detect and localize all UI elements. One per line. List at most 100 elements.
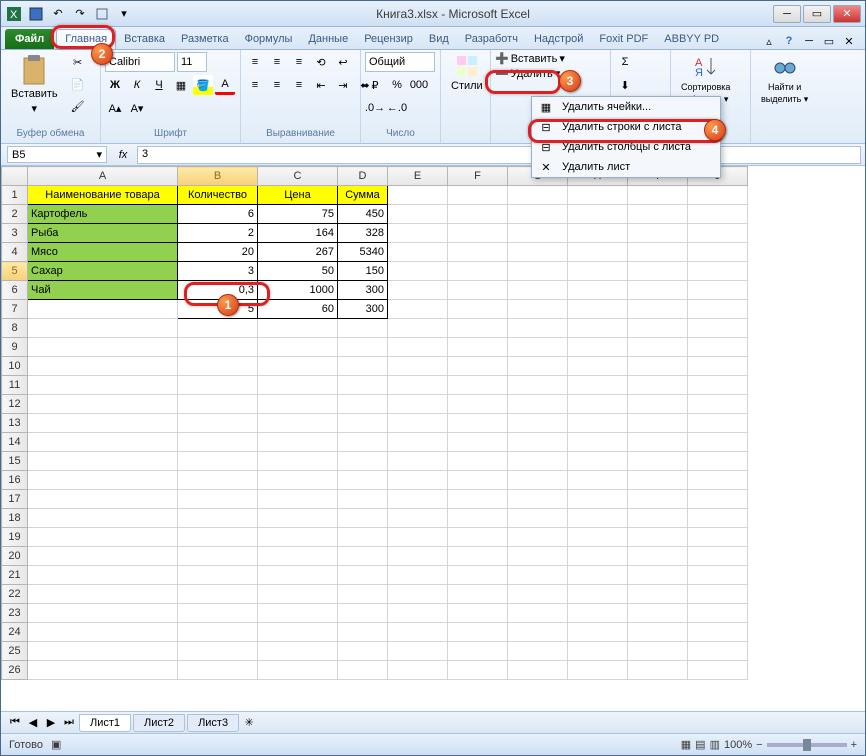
cell-C19[interactable] bbox=[258, 528, 338, 547]
cell-I12[interactable] bbox=[628, 395, 688, 414]
cell-A15[interactable] bbox=[28, 452, 178, 471]
sheet-nav-last[interactable]: ⏭ bbox=[61, 715, 77, 731]
cell-B17[interactable] bbox=[178, 490, 258, 509]
cell-H21[interactable] bbox=[568, 566, 628, 585]
cell-G26[interactable] bbox=[508, 661, 568, 680]
row-header-22[interactable]: 22 bbox=[2, 585, 28, 604]
cell-A17[interactable] bbox=[28, 490, 178, 509]
cell-F11[interactable] bbox=[448, 376, 508, 395]
redo-button[interactable]: ↷ bbox=[71, 5, 89, 23]
row-header-20[interactable]: 20 bbox=[2, 547, 28, 566]
cell-G14[interactable] bbox=[508, 433, 568, 452]
cell-I6[interactable] bbox=[628, 281, 688, 300]
row-header-6[interactable]: 6 bbox=[2, 281, 28, 300]
cell-C11[interactable] bbox=[258, 376, 338, 395]
cell-D14[interactable] bbox=[338, 433, 388, 452]
cell-C10[interactable] bbox=[258, 357, 338, 376]
tab-data[interactable]: Данные bbox=[300, 30, 356, 49]
cell-E1[interactable] bbox=[388, 186, 448, 205]
cell-C25[interactable] bbox=[258, 642, 338, 661]
increase-decimal-button[interactable]: .0→ bbox=[365, 98, 385, 118]
tab-foxit[interactable]: Foxit PDF bbox=[591, 30, 656, 49]
row-header-26[interactable]: 26 bbox=[2, 661, 28, 680]
cell-B12[interactable] bbox=[178, 395, 258, 414]
cell-H14[interactable] bbox=[568, 433, 628, 452]
cell-H12[interactable] bbox=[568, 395, 628, 414]
cell-F17[interactable] bbox=[448, 490, 508, 509]
col-header-F[interactable]: F bbox=[448, 167, 508, 186]
cell-G22[interactable] bbox=[508, 585, 568, 604]
cut-button[interactable]: ✂ bbox=[68, 52, 88, 72]
cell-E11[interactable] bbox=[388, 376, 448, 395]
zoom-in-button[interactable]: + bbox=[851, 739, 857, 751]
cell-J25[interactable] bbox=[688, 642, 748, 661]
cell-A2[interactable]: Картофель bbox=[28, 205, 178, 224]
row-header-25[interactable]: 25 bbox=[2, 642, 28, 661]
doc-minimize-button[interactable]: ─ bbox=[801, 33, 817, 49]
view-pagebreak-button[interactable]: ▥ bbox=[710, 738, 720, 751]
cell-A24[interactable] bbox=[28, 623, 178, 642]
cell-I10[interactable] bbox=[628, 357, 688, 376]
cell-A4[interactable]: Мясо bbox=[28, 243, 178, 262]
wrap-text-button[interactable]: ↩ bbox=[333, 52, 353, 72]
cell-G11[interactable] bbox=[508, 376, 568, 395]
row-header-13[interactable]: 13 bbox=[2, 414, 28, 433]
cell-H2[interactable] bbox=[568, 205, 628, 224]
save-button[interactable] bbox=[27, 5, 45, 23]
cell-H15[interactable] bbox=[568, 452, 628, 471]
cell-C6[interactable]: 1000 bbox=[258, 281, 338, 300]
cell-B14[interactable] bbox=[178, 433, 258, 452]
cell-B26[interactable] bbox=[178, 661, 258, 680]
cell-I8[interactable] bbox=[628, 319, 688, 338]
cell-G12[interactable] bbox=[508, 395, 568, 414]
minimize-button[interactable]: ─ bbox=[773, 5, 801, 23]
cell-C5[interactable]: 50 bbox=[258, 262, 338, 281]
doc-restore-button[interactable]: ▭ bbox=[821, 33, 837, 49]
cell-H10[interactable] bbox=[568, 357, 628, 376]
excel-icon[interactable]: X bbox=[5, 5, 23, 23]
cell-G8[interactable] bbox=[508, 319, 568, 338]
cell-E7[interactable] bbox=[388, 300, 448, 319]
cell-H24[interactable] bbox=[568, 623, 628, 642]
cell-B10[interactable] bbox=[178, 357, 258, 376]
minimize-ribbon-button[interactable]: ▵ bbox=[761, 33, 777, 49]
cell-A22[interactable] bbox=[28, 585, 178, 604]
cell-I9[interactable] bbox=[628, 338, 688, 357]
cell-C20[interactable] bbox=[258, 547, 338, 566]
cell-B15[interactable] bbox=[178, 452, 258, 471]
format-painter-button[interactable]: 🖌 bbox=[68, 96, 88, 116]
row-header-16[interactable]: 16 bbox=[2, 471, 28, 490]
cell-C3[interactable]: 164 bbox=[258, 224, 338, 243]
cell-I19[interactable] bbox=[628, 528, 688, 547]
cell-D6[interactable]: 300 bbox=[338, 281, 388, 300]
cell-E3[interactable] bbox=[388, 224, 448, 243]
cell-D13[interactable] bbox=[338, 414, 388, 433]
col-header-C[interactable]: C bbox=[258, 167, 338, 186]
cell-J19[interactable] bbox=[688, 528, 748, 547]
cell-B24[interactable] bbox=[178, 623, 258, 642]
cell-D18[interactable] bbox=[338, 509, 388, 528]
cell-E15[interactable] bbox=[388, 452, 448, 471]
cell-C8[interactable] bbox=[258, 319, 338, 338]
cell-D23[interactable] bbox=[338, 604, 388, 623]
worksheet-grid[interactable]: ABCDEFGHIJ1Наименование товараКоличество… bbox=[1, 166, 865, 711]
select-all-corner[interactable] bbox=[2, 167, 28, 186]
cell-C1[interactable]: Цена bbox=[258, 186, 338, 205]
cell-D16[interactable] bbox=[338, 471, 388, 490]
cell-G15[interactable] bbox=[508, 452, 568, 471]
fill-color-button[interactable]: 🪣 bbox=[193, 75, 213, 95]
cell-I4[interactable] bbox=[628, 243, 688, 262]
cell-J20[interactable] bbox=[688, 547, 748, 566]
align-middle-button[interactable]: ≡ bbox=[267, 52, 287, 72]
cell-C13[interactable] bbox=[258, 414, 338, 433]
cell-J9[interactable] bbox=[688, 338, 748, 357]
cell-A10[interactable] bbox=[28, 357, 178, 376]
cell-I1[interactable] bbox=[628, 186, 688, 205]
cell-J7[interactable] bbox=[688, 300, 748, 319]
cell-A14[interactable] bbox=[28, 433, 178, 452]
cell-I3[interactable] bbox=[628, 224, 688, 243]
cell-G20[interactable] bbox=[508, 547, 568, 566]
cell-B20[interactable] bbox=[178, 547, 258, 566]
cell-G1[interactable] bbox=[508, 186, 568, 205]
macro-record-icon[interactable]: ▣ bbox=[51, 738, 61, 751]
